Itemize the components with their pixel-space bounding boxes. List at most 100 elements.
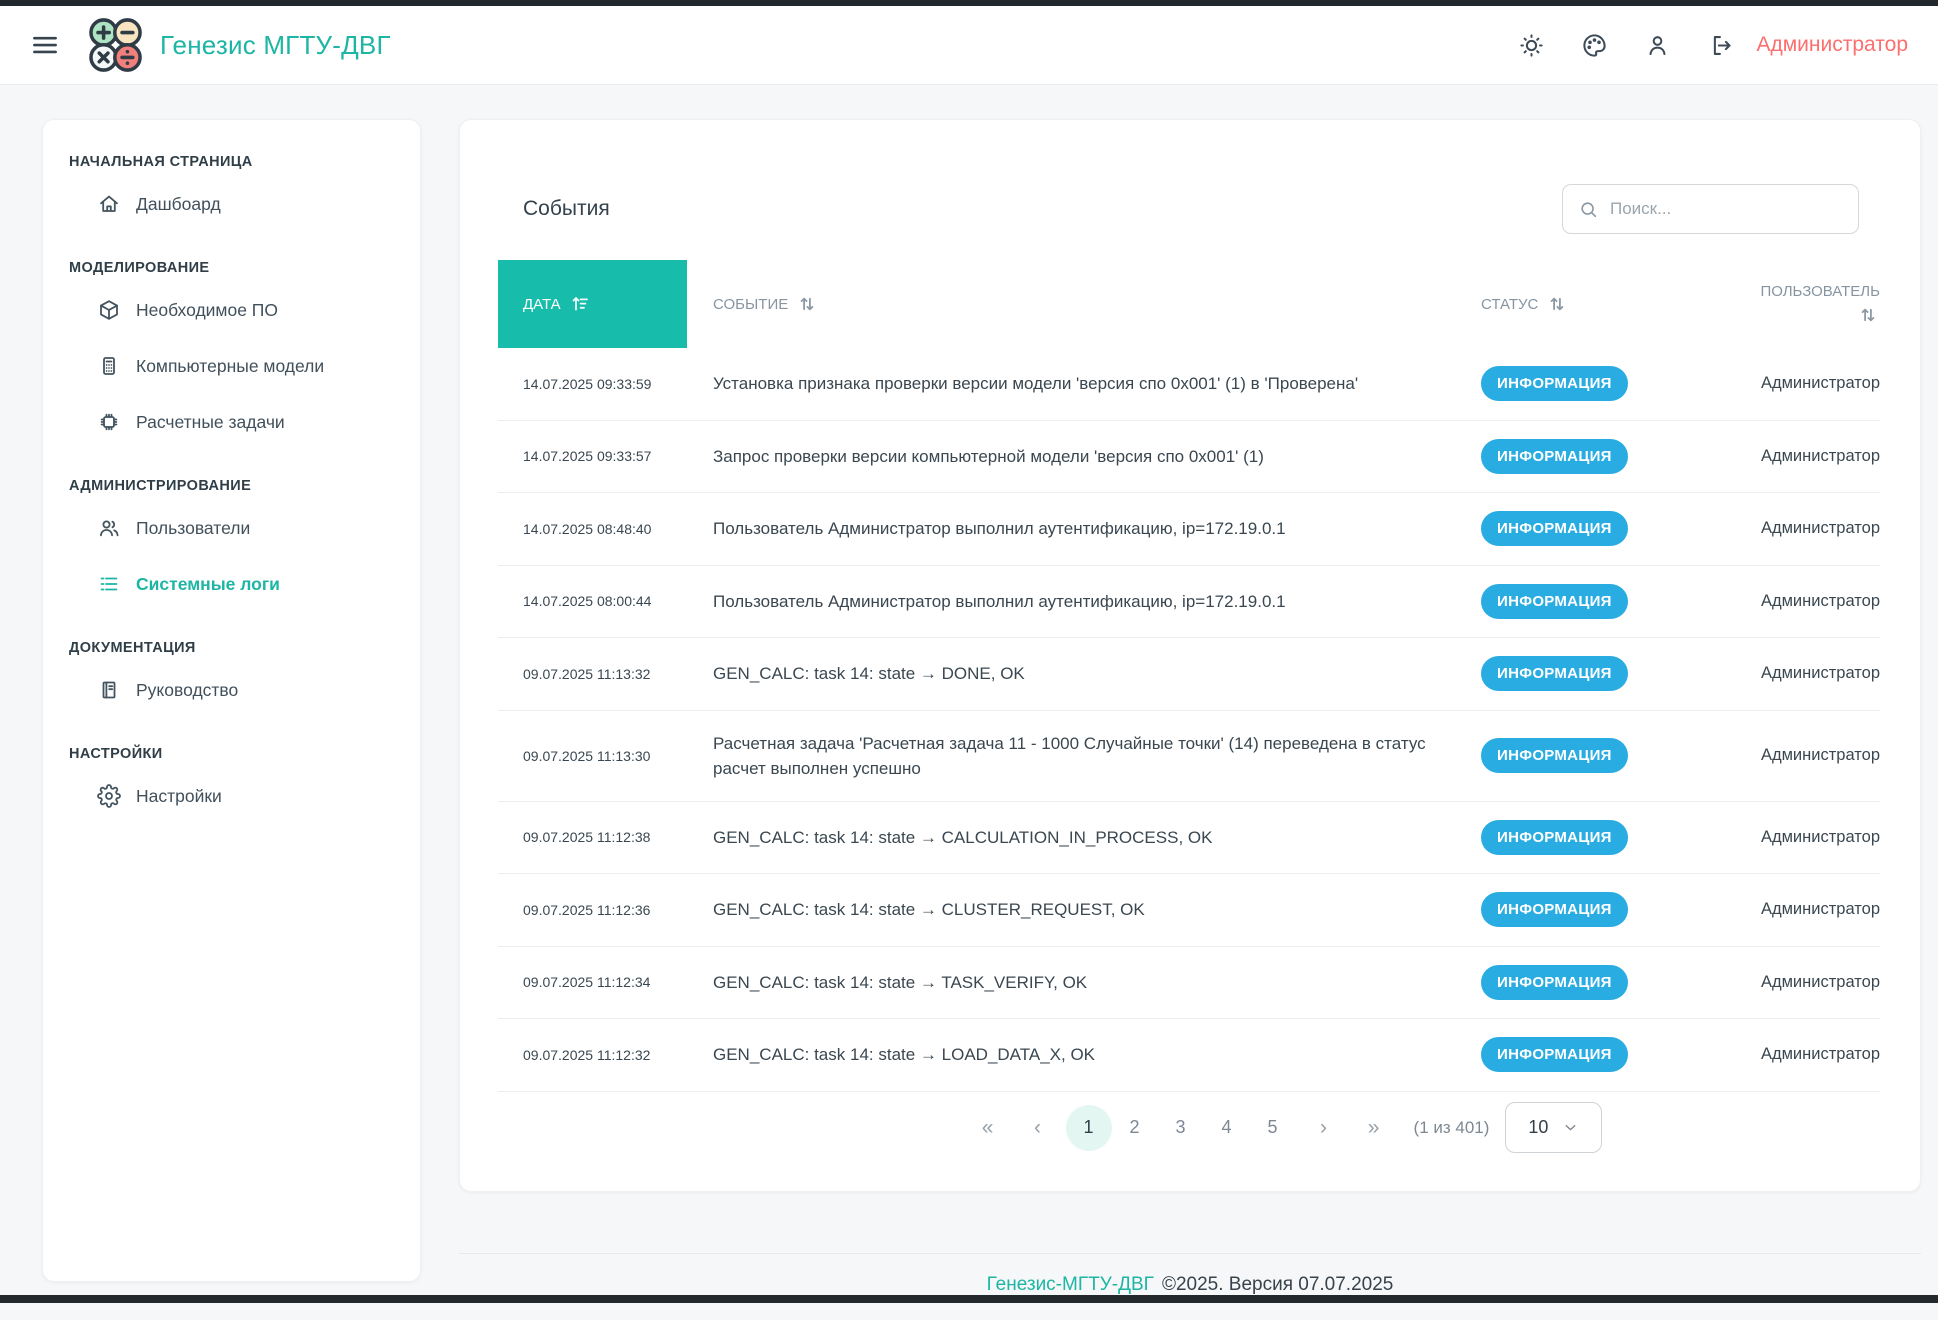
page-button-3[interactable]: 3 [1158, 1105, 1204, 1151]
event-status-cell: ИНФОРМАЦИЯ [1459, 511, 1686, 547]
event-table-row[interactable]: 09.07.2025 11:12:34 GEN_CALC: task 14: st… [498, 947, 1880, 1019]
current-user-label[interactable]: Администратор [1756, 33, 1908, 57]
profile-button[interactable] [1644, 32, 1671, 59]
page-button-2[interactable]: 2 [1112, 1105, 1158, 1151]
last-page-icon: » [1367, 1115, 1380, 1139]
prev-page-icon: ‹ [1034, 1115, 1042, 1139]
column-label: ПОЛЬЗОВАТЕЛЬ [1760, 282, 1880, 300]
event-description-cell: GEN_CALC: task 14: state → LOAD_DATA_X, … [713, 1045, 1096, 1065]
column-header-date[interactable]: ДАТА [498, 260, 687, 348]
event-table-row[interactable]: 09.07.2025 11:12:32 GEN_CALC: task 14: st… [498, 1019, 1880, 1092]
events-table: ДАТА СОБЫТИЕ СТАТУС ПОЛЬЗОВАТЕЛЬ 14.07.2025… [498, 260, 1880, 1092]
event-status-cell: ИНФОРМАЦИЯ [1459, 892, 1686, 928]
sidebar-item-users[interactable]: Пользователи [67, 500, 396, 556]
logout-button[interactable] [1707, 32, 1734, 59]
next-page-button[interactable]: › [1302, 1105, 1346, 1151]
event-user-cell: Администратор [1760, 900, 1880, 919]
status-badge: ИНФОРМАЦИЯ [1481, 511, 1628, 547]
sidebar-item-settings[interactable]: Настройки [67, 768, 396, 824]
event-description-cell: Установка признака проверки версии модел… [713, 374, 1359, 394]
event-date-cell: 09.07.2025 11:12:32 [523, 1046, 651, 1063]
event-description-cell: GEN_CALC: task 14: state → TASK_VERIFY, … [713, 972, 1088, 992]
column-label: СОБЫТИЕ [713, 295, 789, 313]
event-status-cell: ИНФОРМАЦИЯ [1459, 583, 1686, 619]
event-table-row[interactable]: 14.07.2025 08:48:40 Пользователь Админист… [498, 493, 1880, 566]
search-icon [1578, 199, 1599, 220]
sidebar-item-label: Руководство [136, 679, 239, 700]
event-user-cell: Администратор [1760, 664, 1880, 683]
event-description-cell: GEN_CALC: task 14: state → CALCULATION_I… [713, 827, 1213, 847]
sidebar-item-label: Системные логи [136, 573, 280, 594]
book-icon [97, 678, 121, 702]
event-description-cell: Пользователь Администратор выполнил ауте… [713, 591, 1286, 611]
sidebar-item-computer-models[interactable]: Компьютерные модели [67, 338, 396, 394]
event-table-row[interactable]: 14.07.2025 09:33:57 Запрос проверки верси… [498, 421, 1880, 493]
sidebar-item-dashboard[interactable]: Дашбоард [67, 176, 396, 232]
sidebar-item-calculation-tasks[interactable]: Расчетные задачи [67, 394, 396, 450]
prev-page-button[interactable]: ‹ [1016, 1105, 1060, 1151]
sidebar-item-label: Необходимое ПО [136, 299, 278, 320]
event-date-cell: 14.07.2025 09:33:57 [523, 448, 652, 465]
search-input[interactable] [1610, 199, 1843, 219]
page-number-list: 12345 [1065, 1104, 1296, 1151]
event-user-cell: Администратор [1760, 446, 1880, 465]
event-table-row[interactable]: 09.07.2025 11:13:32 GEN_CALC: task 14: st… [498, 638, 1880, 711]
theme-toggle-button[interactable] [1518, 32, 1545, 59]
sidebar-item-required-software[interactable]: Необходимое ПО [67, 282, 396, 338]
last-page-button[interactable]: » [1352, 1105, 1396, 1151]
app-logo-icon [86, 16, 144, 74]
sidebar-item-system-logs[interactable]: Системные логи [67, 556, 396, 612]
palette-button[interactable] [1581, 32, 1608, 59]
page-button-4[interactable]: 4 [1204, 1105, 1250, 1151]
column-header-user[interactable]: ПОЛЬЗОВАТЕЛЬ [1686, 282, 1880, 327]
header-actions: Администратор [1518, 32, 1908, 59]
column-header-status[interactable]: СТАТУС [1459, 292, 1686, 316]
event-table-row[interactable]: 14.07.2025 09:33:59 Установка признака пр… [498, 348, 1880, 421]
page-size-select[interactable]: 10 [1505, 1102, 1603, 1153]
column-label: ДАТА [523, 295, 561, 313]
event-table-row[interactable]: 14.07.2025 08:00:44 Пользователь Админист… [498, 566, 1880, 638]
footer-brand-link[interactable]: Генезис-МГТУ-ДВГ [987, 1274, 1154, 1295]
event-status-cell: ИНФОРМАЦИЯ [1459, 656, 1686, 692]
sort-toggle-icon [795, 292, 819, 316]
sidebar-item-label: Расчетные задачи [136, 411, 285, 432]
events-panel: События ДАТАСОБЫТИЕСТАТУСПОЛЬЗОВАТЕЛЬ 14… [459, 119, 1921, 1192]
menu-toggle-button[interactable] [30, 30, 60, 60]
event-user-cell: Администратор [1760, 519, 1880, 538]
event-table-row[interactable]: 09.07.2025 11:12:38 GEN_CALC: task 14: st… [498, 802, 1880, 874]
status-badge: ИНФОРМАЦИЯ [1481, 1037, 1628, 1073]
main-column: События ДАТАСОБЫТИЕСТАТУСПОЛЬЗОВАТЕЛЬ 14… [459, 119, 1921, 1320]
column-header-event[interactable]: СОБЫТИЕ [687, 292, 1459, 316]
status-badge: ИНФОРМАЦИЯ [1481, 583, 1628, 619]
next-page-icon: › [1320, 1115, 1328, 1139]
event-user-cell: Администратор [1760, 972, 1880, 991]
calculator-icon [97, 354, 121, 378]
sidebar-item-label: Настройки [136, 785, 222, 806]
sidebar-item-label: Пользователи [136, 517, 251, 538]
sidebar-item-label: Компьютерные модели [136, 355, 325, 376]
event-description-cell: Запрос проверки версии компьютерной моде… [713, 446, 1264, 466]
page-button-1[interactable]: 1 [1065, 1104, 1112, 1151]
event-status-cell: ИНФОРМАЦИЯ [1459, 438, 1686, 474]
chevron-down-icon [1562, 1119, 1579, 1136]
sidebar-item-manual[interactable]: Руководство [67, 662, 396, 718]
page-size-value: 10 [1528, 1117, 1549, 1137]
event-date-cell: 09.07.2025 11:13:30 [523, 747, 651, 764]
sort-ascending-icon [568, 292, 592, 316]
users-icon [97, 516, 121, 540]
event-date-cell: 14.07.2025 08:00:44 [523, 593, 652, 610]
event-user-cell: Администратор [1760, 374, 1880, 393]
gear-icon [97, 784, 121, 808]
first-page-button[interactable]: « [966, 1105, 1010, 1151]
event-date-cell: 14.07.2025 09:33:59 [523, 375, 652, 392]
event-table-row[interactable]: 09.07.2025 11:12:36 GEN_CALC: task 14: st… [498, 874, 1880, 947]
footer-text: ©2025. Версия 07.07.2025 [1161, 1273, 1394, 1295]
status-badge: ИНФОРМАЦИЯ [1481, 964, 1628, 1000]
sidebar-item-label: Дашбоард [136, 193, 221, 214]
sidebar: НАЧАЛЬНАЯ СТРАНИЦА Дашбоард МОДЕЛИРОВАНИЕ Н… [42, 119, 421, 1282]
page-button-5[interactable]: 5 [1250, 1105, 1296, 1151]
event-date-cell: 09.07.2025 11:12:38 [523, 829, 651, 846]
event-user-cell: Администратор [1760, 591, 1880, 610]
event-description-cell: Расчетная задача 'Расчетная задача 11 - … [713, 733, 1426, 778]
event-table-row[interactable]: 09.07.2025 11:13:30 Расчетная задача 'Рас… [498, 711, 1880, 802]
